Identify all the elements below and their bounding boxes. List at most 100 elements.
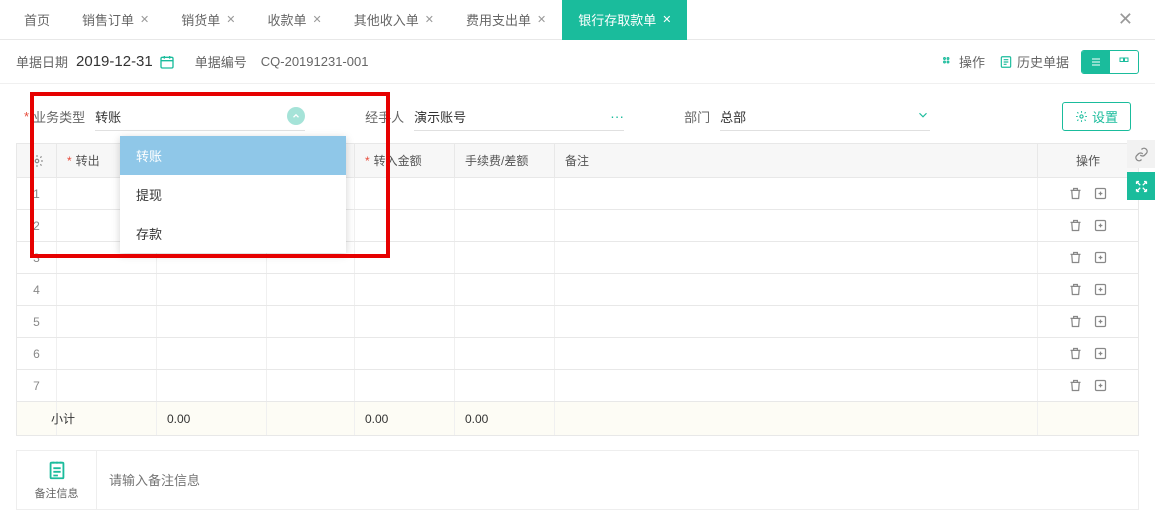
cell-in-amount[interactable] <box>355 338 455 369</box>
expand-tool[interactable] <box>1127 172 1155 200</box>
cell-name[interactable] <box>267 370 355 401</box>
trash-icon[interactable] <box>1068 250 1083 265</box>
cell-remark[interactable] <box>555 242 1038 273</box>
dropdown-option-transfer[interactable]: 转账 <box>120 136 346 175</box>
tab-home[interactable]: 首页 <box>8 0 66 40</box>
close-all-tabs[interactable]: ✕ <box>1104 9 1147 30</box>
close-icon[interactable]: ✕ <box>662 13 671 26</box>
table-row[interactable]: 5 <box>17 306 1138 338</box>
cell-remark[interactable] <box>555 178 1038 209</box>
date-value[interactable]: 2019-12-31 <box>76 53 153 70</box>
cell-hidden[interactable] <box>157 370 267 401</box>
cell-fee[interactable] <box>455 370 555 401</box>
cell-in-amount[interactable] <box>355 210 455 241</box>
close-icon[interactable]: ✕ <box>140 13 149 26</box>
add-row-icon[interactable] <box>1093 314 1108 329</box>
date-label: 单据日期 <box>16 52 68 71</box>
cell-remark[interactable] <box>555 274 1038 305</box>
cell-name[interactable] <box>267 338 355 369</box>
close-icon[interactable]: ✕ <box>537 13 546 26</box>
dropdown-option-withdraw[interactable]: 提现 <box>120 175 346 214</box>
history-icon <box>999 55 1013 69</box>
cell-in-amount[interactable] <box>355 274 455 305</box>
close-icon[interactable]: ✕ <box>313 13 322 26</box>
handler-value: 演示账号 <box>414 107 466 126</box>
cell-ops <box>1038 242 1138 273</box>
table-row[interactable]: 6 <box>17 338 1138 370</box>
dept-input[interactable]: 总部 <box>720 103 930 131</box>
tab-expense[interactable]: 费用支出单✕ <box>450 0 562 40</box>
notes-side-tab[interactable]: 备注信息 <box>17 451 97 509</box>
cell-in-amount[interactable] <box>355 306 455 337</box>
cell-in-amount[interactable] <box>355 370 455 401</box>
trash-icon[interactable] <box>1068 186 1083 201</box>
handler-input[interactable]: 演示账号 ··· <box>414 103 624 131</box>
tab-other-income[interactable]: 其他收入单✕ <box>338 0 450 40</box>
more-icon[interactable]: ··· <box>610 108 624 124</box>
cell-in-amount[interactable] <box>355 242 455 273</box>
cell-name[interactable] <box>267 306 355 337</box>
trash-icon[interactable] <box>1068 346 1083 361</box>
cell-out[interactable] <box>57 338 157 369</box>
side-toolbar <box>1127 140 1155 204</box>
add-row-icon[interactable] <box>1093 378 1108 393</box>
header-remark: 备注 <box>555 144 1038 177</box>
ops-menu[interactable]: 操作 <box>941 52 985 71</box>
trash-icon[interactable] <box>1068 378 1083 393</box>
cell-remark[interactable] <box>555 338 1038 369</box>
header-gear[interactable] <box>17 144 57 177</box>
trash-icon[interactable] <box>1068 218 1083 233</box>
trash-icon[interactable] <box>1068 282 1083 297</box>
tab-receipt[interactable]: 收款单✕ <box>251 0 337 40</box>
biz-type-input[interactable]: 转账 <box>95 103 305 131</box>
history-link[interactable]: 历史单据 <box>999 52 1069 71</box>
cell-fee[interactable] <box>455 274 555 305</box>
link-icon <box>1134 147 1149 162</box>
cell-fee[interactable] <box>455 210 555 241</box>
cell-out[interactable] <box>57 274 157 305</box>
cell-remark[interactable] <box>555 210 1038 241</box>
table-row[interactable]: 4 <box>17 274 1138 306</box>
table-row[interactable]: 7 <box>17 370 1138 402</box>
view-list[interactable] <box>1082 51 1110 73</box>
tab-sales-order[interactable]: 销售订单✕ <box>66 0 165 40</box>
cell-ops <box>1038 338 1138 369</box>
cell-fee[interactable] <box>455 338 555 369</box>
cell-name[interactable] <box>267 274 355 305</box>
cell-remark[interactable] <box>555 370 1038 401</box>
tab-delivery[interactable]: 销货单✕ <box>165 0 251 40</box>
notes-input[interactable] <box>97 451 1138 509</box>
dropdown-option-deposit[interactable]: 存款 <box>120 214 346 253</box>
add-row-icon[interactable] <box>1093 282 1108 297</box>
attachment-tool[interactable] <box>1127 140 1155 168</box>
add-row-icon[interactable] <box>1093 218 1108 233</box>
add-row-icon[interactable] <box>1093 186 1108 201</box>
settings-button[interactable]: 设置 <box>1062 102 1131 131</box>
close-icon[interactable]: ✕ <box>226 13 235 26</box>
cell-in-amount[interactable] <box>355 178 455 209</box>
handler-label: 经手人 <box>365 107 404 126</box>
subtotal-val-3: 0.00 <box>455 402 555 435</box>
dept-label: 部门 <box>684 107 710 126</box>
cell-hidden[interactable] <box>157 274 267 305</box>
cell-fee[interactable] <box>455 178 555 209</box>
cell-hidden[interactable] <box>157 338 267 369</box>
cell-hidden[interactable] <box>157 306 267 337</box>
cell-ops <box>1038 274 1138 305</box>
cell-remark[interactable] <box>555 306 1038 337</box>
close-icon[interactable]: ✕ <box>425 13 434 26</box>
tab-bank-transfer[interactable]: 银行存取款单✕ <box>562 0 687 40</box>
chevron-down-icon[interactable] <box>916 108 930 125</box>
chevron-up-icon[interactable] <box>287 107 305 125</box>
cell-fee[interactable] <box>455 242 555 273</box>
calendar-icon[interactable] <box>159 54 175 70</box>
gear-icon <box>1075 110 1088 123</box>
cell-out[interactable] <box>57 306 157 337</box>
add-row-icon[interactable] <box>1093 250 1108 265</box>
biz-type-field: * 业务类型 转账 <box>24 103 305 131</box>
view-card[interactable] <box>1110 51 1138 73</box>
add-row-icon[interactable] <box>1093 346 1108 361</box>
trash-icon[interactable] <box>1068 314 1083 329</box>
cell-out[interactable] <box>57 370 157 401</box>
cell-fee[interactable] <box>455 306 555 337</box>
